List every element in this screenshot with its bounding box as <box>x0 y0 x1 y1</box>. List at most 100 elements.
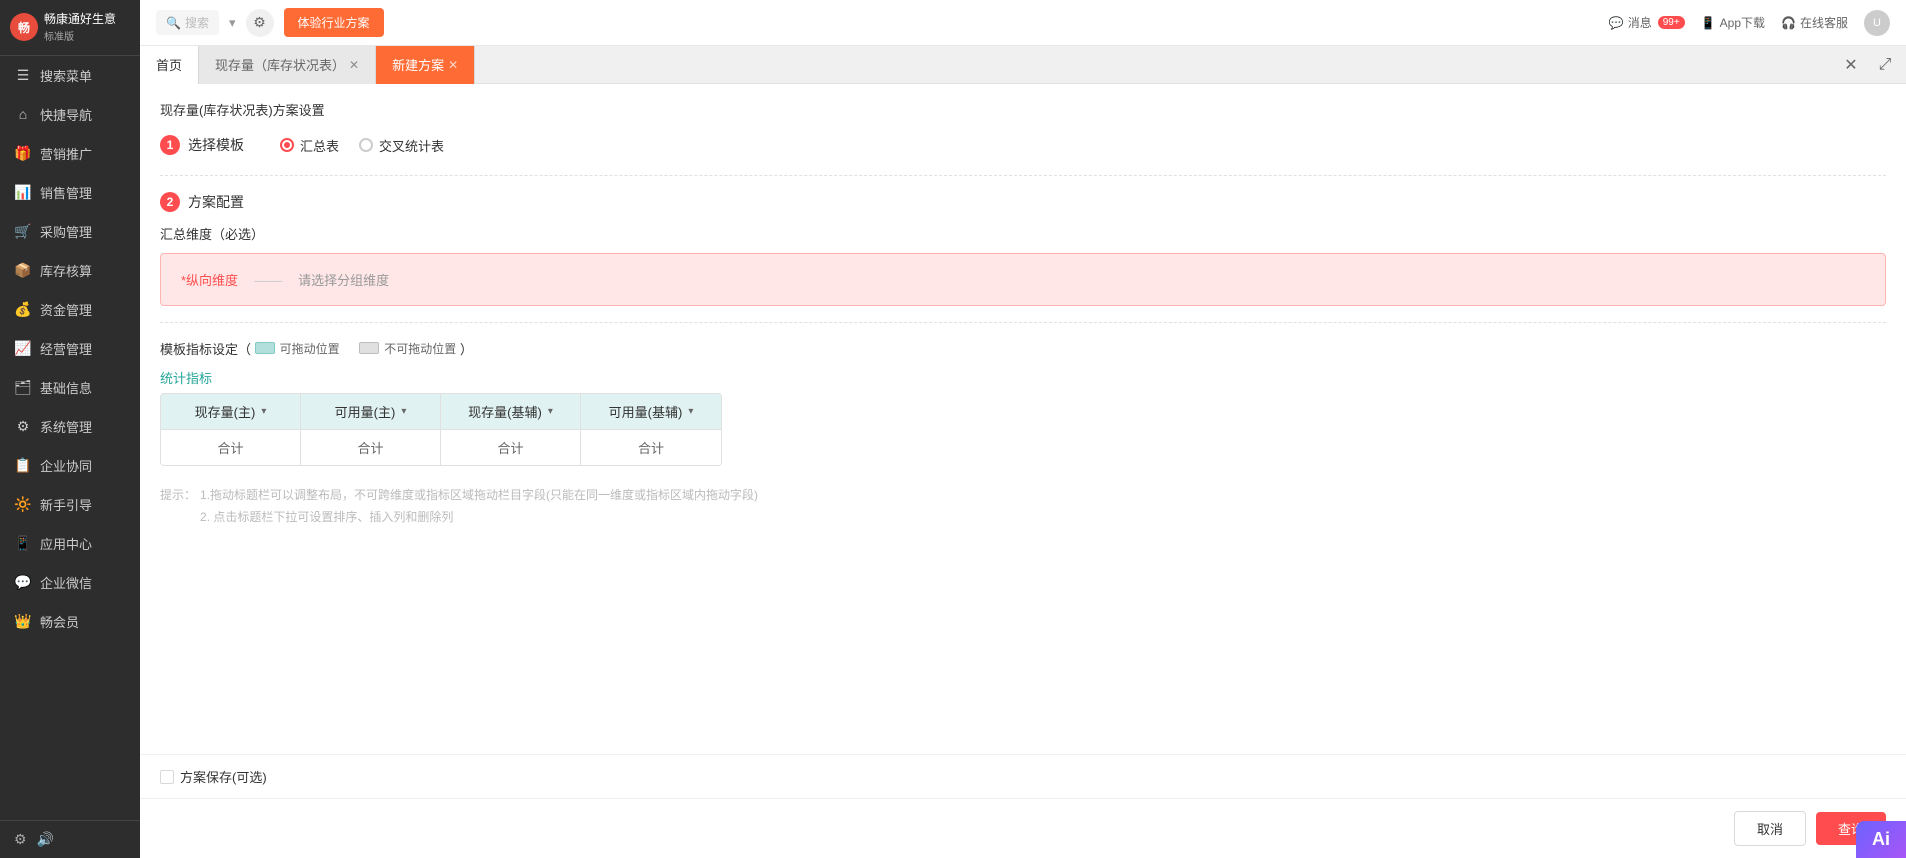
top-search[interactable]: 🔍 搜索 <box>156 10 219 35</box>
step-divider <box>160 175 1886 176</box>
sidebar-item-system[interactable]: ⚙ 系统管理 <box>0 407 140 446</box>
sidebar-item-label: 基础信息 <box>40 378 92 397</box>
stats-col-3: 现存量(基辅) ▾ 合计 <box>441 394 581 465</box>
stats-col-3-body: 合计 <box>441 430 580 465</box>
user-avatar[interactable]: U <box>1864 10 1890 36</box>
messages-badge: 99+ <box>1658 16 1685 29</box>
sidebar-item-inventory[interactable]: 📦 库存核算 <box>0 251 140 290</box>
step2-title: 方案配置 <box>188 192 244 212</box>
sidebar-item-basic-info[interactable]: 🗂 基础信息 <box>0 368 140 407</box>
stats-col-4: 可用量(基辅) ▾ 合计 <box>581 394 721 465</box>
step2-badge: 2 <box>160 192 180 212</box>
app-download-label: App下载 <box>1720 14 1765 31</box>
sidebar-item-newbie[interactable]: 🔆 新手引导 <box>0 485 140 524</box>
sidebar-item-label: 采购管理 <box>40 222 92 241</box>
tab-inventory[interactable]: 现存量（库存状况表） ✕ <box>199 46 376 84</box>
search-icon: ☰ <box>14 66 32 84</box>
close-paren: ） <box>460 342 473 357</box>
customer-service-link[interactable]: 🎧 在线客服 <box>1781 14 1848 31</box>
tip-1: 提示： 1.拖动标题栏可以调整布局，不可跨维度或指标区域拖动栏目字段(只能在同一… <box>160 485 1886 507</box>
sidebar-item-label: 企业协同 <box>40 456 92 475</box>
tab-new-plan-label: 新建方案 <box>392 55 444 74</box>
action-bar: 取消 查询 <box>140 798 1906 858</box>
radio-summary-label: 汇总表 <box>300 136 339 155</box>
settings-icon[interactable]: ⚙ <box>14 831 27 848</box>
sidebar-item-wechat[interactable]: 💬 企业微信 <box>0 563 140 602</box>
top-bar-right: 💬 消息 99+ 📱 App下载 🎧 在线客服 U <box>1609 10 1890 36</box>
sidebar-item-contract[interactable]: 📋 企业协同 <box>0 446 140 485</box>
sidebar-item-label: 资金管理 <box>40 300 92 319</box>
sidebar-logo: 畅 畅康通好生意 标准版 <box>0 0 140 56</box>
tab-expand-btn[interactable]: ⤢ <box>1872 52 1898 78</box>
metrics-label: 模板指标设定（ 可拖动位置 不可拖动位置 ） <box>160 339 1886 358</box>
save-label: 方案保存(可选) <box>180 767 267 786</box>
chevron-down-icon: ▾ <box>548 406 553 417</box>
contract-icon: 📋 <box>14 456 32 474</box>
step1-section: 1 选择模板 汇总表 交叉统计表 <box>160 135 1886 155</box>
box-icon: 📦 <box>14 261 32 279</box>
folder-icon: 🗂 <box>14 378 32 396</box>
sidebar-item-label: 企业微信 <box>40 573 92 592</box>
tab-close-all-btn[interactable]: ✕ <box>1838 52 1864 78</box>
save-checkbox[interactable]: 方案保存(可选) <box>160 767 1886 786</box>
headset-icon: 🎧 <box>1781 16 1796 30</box>
sidebar-item-marketing[interactable]: 🎁 营销推广 <box>0 134 140 173</box>
radio-cross-label: 交叉统计表 <box>379 136 444 155</box>
sidebar-item-members[interactable]: 👑 畅会员 <box>0 602 140 641</box>
logo-icon: 畅 <box>10 13 38 41</box>
sidebar-item-search[interactable]: ☰ 搜索菜单 <box>0 56 140 95</box>
top-bar: 🔍 搜索 ▾ ⚙ 体验行业方案 💬 消息 99+ 📱 App下载 🎧 在线客服 … <box>140 0 1906 46</box>
stats-col-4-body: 合计 <box>581 430 721 465</box>
radio-cross[interactable]: 交叉统计表 <box>359 136 444 155</box>
chat-icon: 💬 <box>14 573 32 591</box>
sidebar-item-label: 库存核算 <box>40 261 92 280</box>
stats-col-1-label: 现存量(主) <box>195 402 256 421</box>
messages-link[interactable]: 💬 消息 99+ <box>1609 14 1685 31</box>
sidebar-item-app-center[interactable]: 📱 应用中心 <box>0 524 140 563</box>
cancel-button[interactable]: 取消 <box>1734 811 1806 846</box>
crown-icon: 👑 <box>14 612 32 630</box>
tip-1-text: 1.拖动标题栏可以调整布局，不可跨维度或指标区域拖动栏目字段(只能在同一维度或指… <box>200 485 758 507</box>
sidebar-bottom: ⚙ 🔊 <box>0 820 140 858</box>
required-dimension-area[interactable]: *纵向维度 —— 请选择分组维度 <box>160 253 1886 306</box>
tips-area: 提示： 1.拖动标题栏可以调整布局，不可跨维度或指标区域拖动栏目字段(只能在同一… <box>160 485 1886 528</box>
volume-icon[interactable]: 🔊 <box>37 831 54 848</box>
chevron-down-icon: ▾ <box>401 406 406 417</box>
tab-new-plan[interactable]: 新建方案 ✕ <box>376 46 475 84</box>
radio-summary[interactable]: 汇总表 <box>280 136 339 155</box>
tab-home[interactable]: 首页 <box>140 46 199 84</box>
stats-table: 现存量(主) ▾ 合计 可用量(主) ▾ 合计 <box>160 393 722 466</box>
stats-col-3-header[interactable]: 现存量(基辅) ▾ <box>441 394 580 430</box>
vertical-dim-label: *纵向维度 <box>181 270 238 289</box>
tip-prefix: 提示： <box>160 485 196 507</box>
save-checkbox-box <box>160 770 174 784</box>
trial-button[interactable]: 体验行业方案 <box>284 8 384 37</box>
sidebar-item-label: 新手引导 <box>40 495 92 514</box>
tab-inventory-close[interactable]: ✕ <box>349 58 359 72</box>
tip-2: 提示： 2. 点击标题栏下拉可设置排序、插入列和删除列 <box>160 507 1886 529</box>
sidebar-item-label: 营销推广 <box>40 144 92 163</box>
tab-inventory-label: 现存量（库存状况表） <box>215 55 345 74</box>
sidebar-item-operations[interactable]: 📈 经营管理 <box>0 329 140 368</box>
ai-badge[interactable]: Ai <box>1856 821 1906 858</box>
gift-icon: 🎁 <box>14 144 32 162</box>
dropdown-arrow-icon[interactable]: ▾ <box>229 15 236 31</box>
sidebar-item-finance[interactable]: 💰 资金管理 <box>0 290 140 329</box>
stats-section: 统计指标 现存量(主) ▾ 合计 <box>160 368 1886 469</box>
sidebar-item-purchase[interactable]: 🛒 采购管理 <box>0 212 140 251</box>
draggable-box <box>255 342 275 354</box>
top-bar-left: 🔍 搜索 ▾ ⚙ 体验行业方案 <box>156 8 384 37</box>
app-download-link[interactable]: 📱 App下载 <box>1701 14 1765 31</box>
tab-new-plan-close[interactable]: ✕ <box>448 58 458 72</box>
page-title: 现存量(库存状况表)方案设置 <box>160 100 1886 119</box>
gear-button[interactable]: ⚙ <box>246 9 274 37</box>
logo-text: 畅康通好生意 标准版 <box>44 12 116 43</box>
stats-col-1-body: 合计 <box>161 430 300 465</box>
sidebar-item-quick-nav[interactable]: ⌂ 快捷导航 <box>0 95 140 134</box>
stats-table-header: 现存量(主) ▾ 合计 可用量(主) ▾ 合计 <box>161 394 721 465</box>
stats-col-4-header[interactable]: 可用量(基辅) ▾ <box>581 394 721 430</box>
sidebar-item-sales[interactable]: 📊 销售管理 <box>0 173 140 212</box>
stats-col-2-header[interactable]: 可用量(主) ▾ <box>301 394 440 430</box>
stats-title: 统计指标 <box>160 368 1886 387</box>
stats-col-1-header[interactable]: 现存量(主) ▾ <box>161 394 300 430</box>
